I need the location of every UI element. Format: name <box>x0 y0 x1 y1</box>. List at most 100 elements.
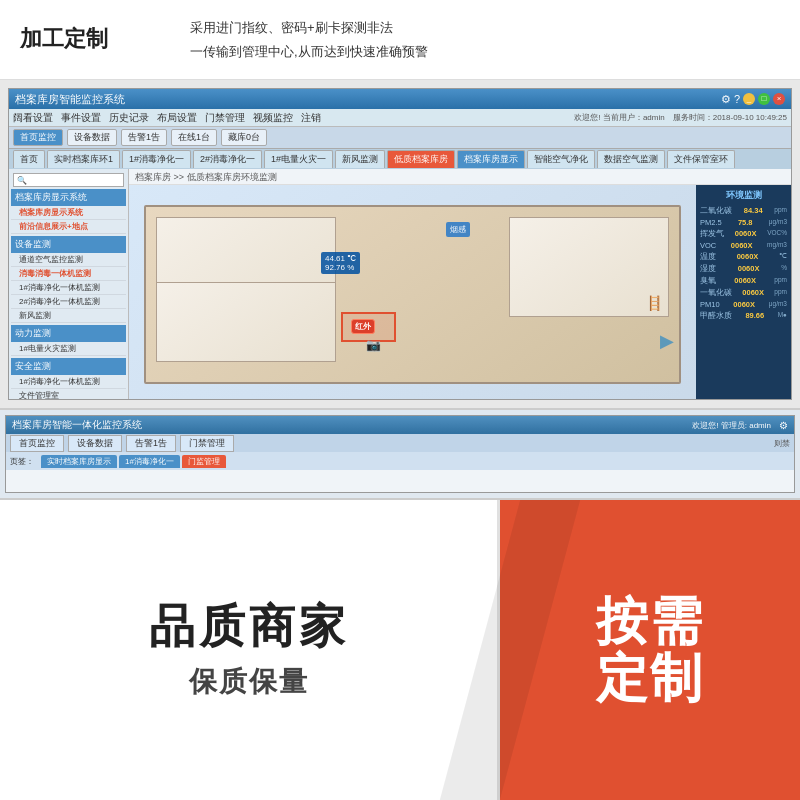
navigate-icon[interactable]: ▶ <box>660 330 674 352</box>
env-unit-temp: ℃ <box>779 252 787 262</box>
sidebar-item-purify2[interactable]: 2#消毒净化一体机监测 <box>11 295 126 309</box>
sidebar-group-security: 安全监测 1#消毒净化一体机监测 文件管理室 <box>11 358 126 399</box>
sw2-tab-disinfect[interactable]: 1#消毒净化一 <box>119 455 180 468</box>
menu-item-history[interactable]: 历史记录 <box>109 111 149 125</box>
top-banner-left: 加工定制 <box>10 26 170 52</box>
env-row-co: 一氧化碳 0060X ppm <box>700 288 787 298</box>
menu-item-login[interactable]: 注销 <box>301 111 321 125</box>
sidebar-item-disinfect-monitor[interactable]: 消毒消毒一体机监测 <box>11 267 126 281</box>
sw2-toolbar: 页签： 实时档案库房显示 1#消毒净化一 门监管理 <box>6 452 794 470</box>
env-unit-pm10: μg/m3 <box>769 300 787 309</box>
sidebar-item-display[interactable]: 档案库房显示系统 <box>11 206 126 220</box>
nav-tab-realtime[interactable]: 实时档案库环1 <box>47 150 120 168</box>
sensor-smoke: 烟感 <box>446 222 470 237</box>
env-value-temp: 0060X <box>737 252 759 262</box>
sidebar-item-file-room[interactable]: 文件管理室 <box>11 389 126 399</box>
sensor-temp-humidity: 44.61 ℃ 92.76 % <box>321 252 360 274</box>
floor-plan: 🪜 44.61 ℃ 92.76 % 烟感 <box>134 190 691 394</box>
question-icon[interactable]: ? <box>734 93 740 106</box>
env-unit-pm25: μg/m3 <box>769 218 787 227</box>
env-row-co2: 二氧化碳 84.34 ppm <box>700 206 787 216</box>
toolbar-btn-homepage[interactable]: 首页监控 <box>13 129 63 146</box>
sidebar-item-power[interactable]: 1#电量火灾监测 <box>11 342 126 356</box>
sw-search-box[interactable]: 🔍 <box>13 173 124 187</box>
env-label-ozone: 臭氧 <box>700 276 716 286</box>
sidebar-item-purify1[interactable]: 1#消毒净化一体机监测 <box>11 281 126 295</box>
toolbar-btn-alert[interactable]: 告警1告 <box>121 129 167 146</box>
maximize-btn[interactable]: □ <box>758 93 770 105</box>
env-row-humidity: 湿度 0060X % <box>700 264 787 274</box>
env-value-voc-label: 0060X <box>735 229 757 239</box>
bottom-main-text: 品质商家 <box>149 599 349 654</box>
toolbar-btn-storage[interactable]: 藏库0台 <box>221 129 267 146</box>
sw-titlebar-title: 档案库房智能监控系统 <box>15 92 721 107</box>
env-unit-voc: mg/m3 <box>767 241 787 250</box>
menu-item-event[interactable]: 事件设置 <box>61 111 101 125</box>
env-row-voc: VOC 0060X mg/m3 <box>700 241 787 250</box>
env-unit-humidity: % <box>781 264 787 274</box>
nav-tab-lowquality[interactable]: 低质档案库房 <box>387 150 455 168</box>
env-label-voc-label: 挥发气 <box>700 229 724 239</box>
close-btn[interactable]: × <box>773 93 785 105</box>
env-panel-title: 环境监测 <box>700 189 787 202</box>
sidebar-item-air-monitor[interactable]: 通道空气监控监测 <box>11 253 126 267</box>
setting-icon[interactable]: ⚙ <box>721 93 731 106</box>
bottom-banner-left: 品质商家 保质保量 <box>0 500 500 800</box>
toolbar-btn-online[interactable]: 在线1台 <box>171 129 217 146</box>
nav-tab-disinfect2[interactable]: 2#消毒净化一 <box>193 150 262 168</box>
nav-tab-disinfect1[interactable]: 1#消毒净化一 <box>122 150 191 168</box>
sidebar-group-header-security[interactable]: 安全监测 <box>11 358 126 375</box>
sw2-nav-btn-device[interactable]: 设备数据 <box>68 435 122 452</box>
sw2-titlebar: 档案库房智能一体化监控系统 欢迎您! 管理员: admin ⚙ <box>6 416 794 434</box>
env-row-ozone: 臭氧 0060X ppm <box>700 276 787 286</box>
menu-item-monitor[interactable]: 视频监控 <box>253 111 293 125</box>
nav-tab-power[interactable]: 1#电量火灾一 <box>264 150 333 168</box>
env-unit-co: ppm <box>774 288 787 298</box>
camera-icon[interactable]: 📷 <box>366 338 381 352</box>
bottom-banner-right: 按需定制 <box>500 500 800 800</box>
menu-item-door[interactable]: 门禁管理 <box>205 111 245 125</box>
menu-item-device[interactable]: 布局设置 <box>157 111 197 125</box>
env-label-humidity: 湿度 <box>700 264 716 274</box>
sw2-tab-realtime[interactable]: 实时档案库房显示 <box>41 455 117 468</box>
toolbar-btn-device[interactable]: 设备数据 <box>67 129 117 146</box>
nav-tab-air[interactable]: 智能空气净化 <box>527 150 595 168</box>
sidebar-item-display2[interactable]: 前沿信息展示+地点 <box>11 220 126 234</box>
sw2-nav-btn-home[interactable]: 首页监控 <box>10 435 64 452</box>
sw2-tab-door[interactable]: 门监管理 <box>182 455 226 468</box>
env-value-formaldehyde: 89.66 <box>745 311 764 321</box>
sw-breadcrumb: 档案库房 >> 低质档案库房环境监测 <box>129 169 791 185</box>
env-value-humidity: 0060X <box>738 264 760 274</box>
sidebar-group-header-power[interactable]: 动力监测 <box>11 325 126 342</box>
nav-tab-home[interactable]: 首页 <box>13 150 45 168</box>
top-banner-right: 采用进门指纹、密码+刷卡探测非法 一传输到管理中心,从而达到快速准确预警 <box>170 16 790 63</box>
sidebar-item-ventilation[interactable]: 新风监测 <box>11 309 126 323</box>
sidebar-group-header-device[interactable]: 设备监测 <box>11 236 126 253</box>
sidebar-group-power: 动力监测 1#电量火灾监测 <box>11 325 126 356</box>
menu-item-config[interactable]: 阔看设置 <box>13 111 53 125</box>
env-row-voc-label: 挥发气 0060X VOC% <box>700 229 787 239</box>
sidebar-item-security-purify[interactable]: 1#消毒净化一体机监测 <box>11 375 126 389</box>
env-value-voc: 0060X <box>731 241 753 250</box>
env-unit-ozone: ppm <box>774 276 787 286</box>
bottom-right-main-text: 按需定制 <box>596 593 704 707</box>
nav-tab-ventilation[interactable]: 新风监测 <box>335 150 385 168</box>
nav-tab-data[interactable]: 数据空气监测 <box>597 150 665 168</box>
sw2-nav-btn-door[interactable]: 门禁管理 <box>180 435 234 452</box>
datetime: 欢迎您! 当前用户：admin 服务时间：2018-09-10 10:49:25 <box>574 112 787 123</box>
env-value-ozone: 0060X <box>734 276 756 286</box>
nav-tab-display[interactable]: 档案库房显示 <box>457 150 525 168</box>
sidebar-group-header-display[interactable]: 档案库房显示系统 <box>11 189 126 206</box>
env-label-co2: 二氧化碳 <box>700 206 732 216</box>
gear-icon[interactable]: ⚙ <box>779 420 788 431</box>
fp-room3 <box>156 282 336 362</box>
nav-tab-file[interactable]: 文件保管室环 <box>667 150 735 168</box>
sidebar-group-display: 档案库房显示系统 档案库房显示系统 前沿信息展示+地点 <box>11 189 126 234</box>
env-label-pm25: PM2.5 <box>700 218 722 227</box>
sw2-toolbar-tabs-label: 页签： <box>10 456 34 467</box>
minimize-btn[interactable]: _ <box>743 93 755 105</box>
sw-nav-tabs: 首页 实时档案库环1 1#消毒净化一 2#消毒净化一 1#电量火灾一 新风监测 … <box>9 149 791 169</box>
sw-titlebar: 档案库房智能监控系统 ⚙ ? _ □ × <box>9 89 791 109</box>
env-unit-co2: ppm <box>774 206 787 216</box>
sw2-nav-btn-alert[interactable]: 告警1告 <box>126 435 176 452</box>
